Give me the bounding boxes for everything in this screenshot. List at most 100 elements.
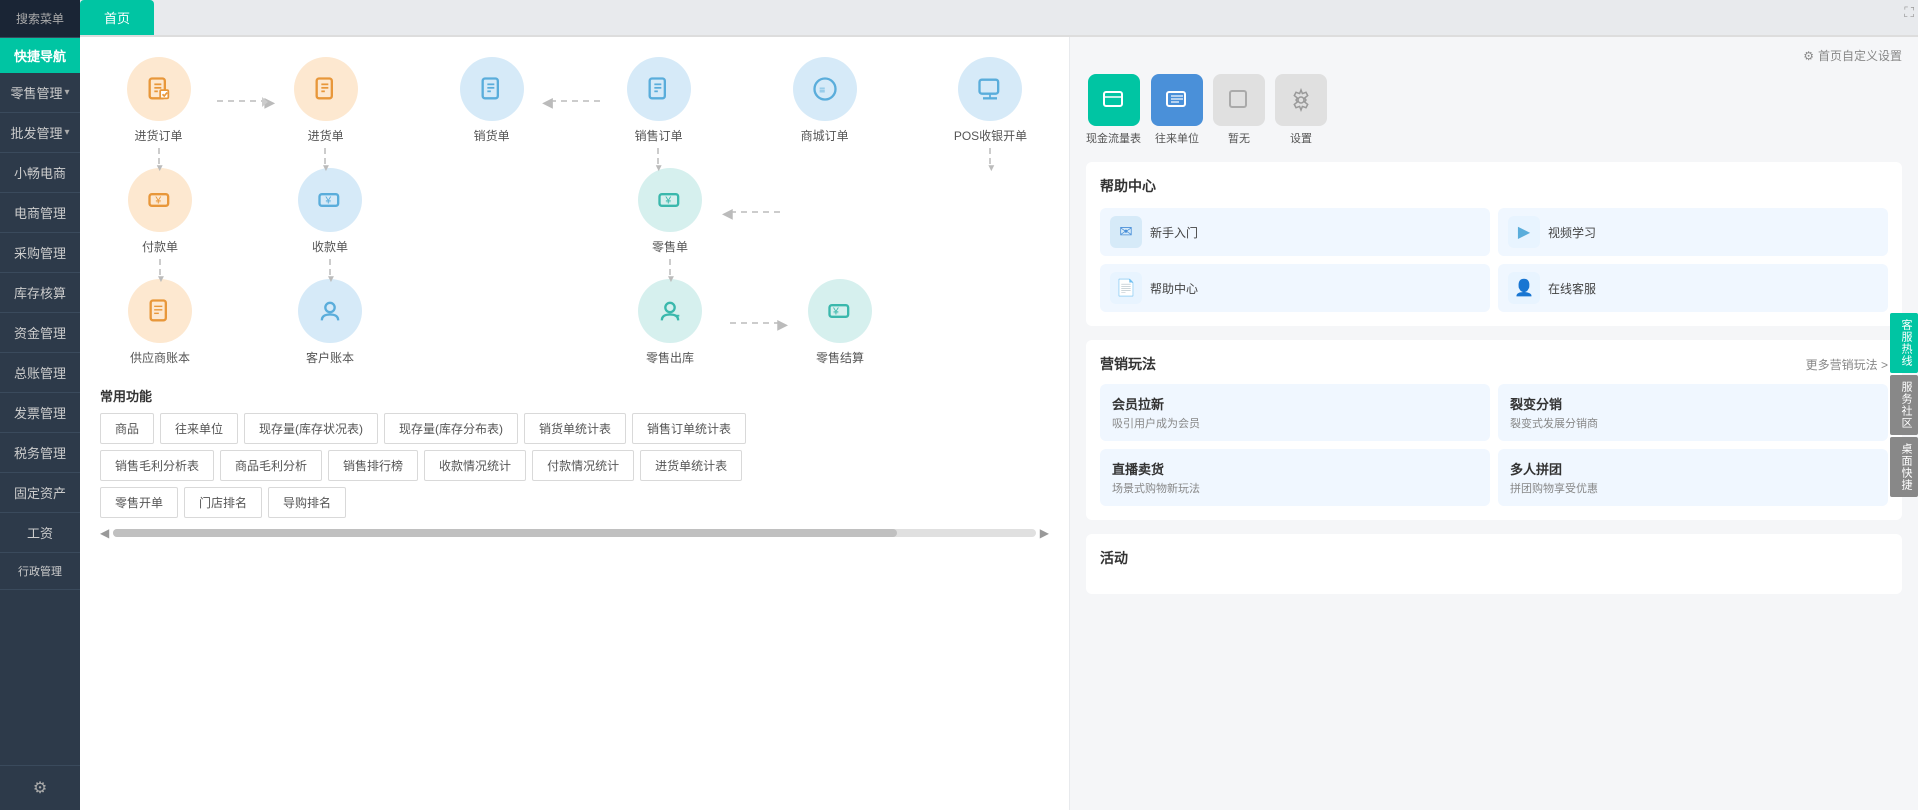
scroll-left-arrow[interactable]: ◀ [100, 526, 109, 540]
func-btn-lingshou-kaidan[interactable]: 零售开单 [100, 487, 178, 518]
func-btn-shangpin[interactable]: 商品 [100, 413, 154, 444]
wf-node-lingshou-chuku[interactable]: 零售出库 [610, 279, 730, 366]
wf-label-lingshou-jiesuan: 零售结算 [816, 349, 864, 366]
help-item-beginner[interactable]: ✉ 新手入门 [1100, 208, 1490, 256]
sidebar-item-caigou[interactable]: 采购管理 [0, 233, 80, 273]
expand-icon[interactable]: ⛶ [1904, 4, 1914, 21]
help-item-onlineservice[interactable]: 👤 在线客服 [1498, 264, 1888, 312]
marketing-item-live[interactable]: 直播卖货 场景式购物新玩法 [1100, 449, 1490, 506]
wf-label-xiaohuo: 销货单 [474, 127, 510, 144]
settings-icon[interactable]: ⚙ [0, 765, 80, 810]
wf-label-lingshou-dan: 零售单 [652, 238, 688, 255]
wf-node-xiaoshou-order[interactable]: 销售订单 [600, 57, 717, 144]
wf-icon-xiaohuo [460, 57, 524, 121]
workflow-panel: 进货订单 ▶ 进货单 [80, 37, 1070, 810]
quick-icon-wanglai-label: 往来单位 [1155, 130, 1199, 146]
func-btn-xiaohuo-tongji[interactable]: 销货单统计表 [524, 413, 626, 444]
func-btn-fukuan-tongji[interactable]: 付款情况统计 [532, 450, 634, 481]
customize-settings[interactable]: ⚙ 首页自定义设置 [1086, 47, 1902, 64]
wf-node-fukuan[interactable]: ¥ 付款单 [100, 168, 220, 255]
func-btn-jinhuo-tongji[interactable]: 进货单统计表 [640, 450, 742, 481]
wf-node-xiaohuo[interactable]: 销货单 [433, 57, 550, 144]
float-btn-community[interactable]: 服务社区 [1890, 375, 1918, 435]
svg-text:¥: ¥ [324, 195, 331, 207]
func-btn-xiaoshou-paihang[interactable]: 销售排行榜 [328, 450, 418, 481]
wf-node-jinhuo-dan[interactable]: 进货单 [267, 57, 384, 144]
func-btn-mendian-paihang[interactable]: 门店排名 [184, 487, 262, 518]
wf-node-shoukuan[interactable]: ¥ 收款单 [270, 168, 390, 255]
quick-icon-settings[interactable]: 设置 [1275, 74, 1327, 146]
wf-node-lingshou-dan[interactable]: ¥ 零售单 [610, 168, 730, 255]
quick-icon-cashflow[interactable]: 现金流量表 [1086, 74, 1141, 146]
sidebar-item-gongzi[interactable]: 工资 [0, 513, 80, 553]
helpcenter-icon: 📄 [1110, 272, 1142, 304]
sidebar-item-lingshou[interactable]: 零售管理 ▾ [0, 73, 80, 113]
func-btn-shoukuan-tongji[interactable]: 收款情况统计 [424, 450, 526, 481]
wf-node-kehu[interactable]: 客户账本 [270, 279, 390, 366]
float-btn-hotline[interactable]: 客服热线 [1890, 313, 1918, 373]
sidebar-item-kucun[interactable]: 库存核算 [0, 273, 80, 313]
quick-icon-cashflow-label: 现金流量表 [1086, 130, 1141, 146]
quick-icon-wanglai[interactable]: 往来单位 [1151, 74, 1203, 146]
wf-node-shangcheng[interactable]: ≡ 商城订单 [766, 57, 883, 144]
help-onlineservice-label: 在线客服 [1548, 280, 1596, 297]
wf-icon-gongyingshang [128, 279, 192, 343]
func-btn-xiancunliang2[interactable]: 现存量(库存分布表) [384, 413, 518, 444]
func-btn-shangpin-maoli[interactable]: 商品毛利分析 [220, 450, 322, 481]
btn-grid-row2: 销售毛利分析表 商品毛利分析 销售排行榜 收款情况统计 付款情况统计 进货单统计… [100, 450, 1049, 481]
sidebar-item-fapiao[interactable]: 发票管理 [0, 393, 80, 433]
func-btn-daogou-paihang[interactable]: 导购排名 [268, 487, 346, 518]
sidebar-search[interactable]: 搜索菜单 [0, 0, 80, 38]
v-arrow-fukuan: ▼ [100, 259, 220, 275]
video-icon: ▶ [1508, 216, 1540, 248]
float-btn-desktop[interactable]: 桌面快捷 [1890, 437, 1918, 497]
wf-icon-kehu [298, 279, 362, 343]
wf-label-gongyingshang: 供应商账本 [130, 349, 190, 366]
wf-icon-pos [958, 57, 1022, 121]
sidebar-item-xingzheng[interactable]: 行政管理 [0, 553, 80, 590]
help-item-helpcenter[interactable]: 📄 帮助中心 [1100, 264, 1490, 312]
sidebar-item-shuiwu[interactable]: 税务管理 [0, 433, 80, 473]
wf-icon-jinhuo-dan [294, 57, 358, 121]
sidebar-item-zijin[interactable]: 资金管理 [0, 313, 80, 353]
tab-bar: 首页 [80, 0, 1918, 37]
func-btn-xiancunliang1[interactable]: 现存量(库存状况表) [244, 413, 378, 444]
help-item-video[interactable]: ▶ 视频学习 [1498, 208, 1888, 256]
help-helpcenter-label: 帮助中心 [1150, 280, 1198, 297]
marketing-header: 营销玩法 更多营销玩法 > [1100, 354, 1888, 374]
marketing-more[interactable]: 更多营销玩法 > [1806, 356, 1888, 373]
quick-icon-zanwu[interactable]: 暂无 [1213, 74, 1265, 146]
wf-icon-xiaoshou-order [627, 57, 691, 121]
arrow-1: ▶ [217, 100, 267, 102]
marketing-item-member[interactable]: 会员拉新 吸引用户成为会员 [1100, 384, 1490, 441]
sidebar-item-pifa[interactable]: 批发管理 ▾ [0, 113, 80, 153]
sidebar-item-dianshang[interactable]: 电商管理 [0, 193, 80, 233]
wf-icon-jinhuo-order [127, 57, 191, 121]
marketing-item-group[interactable]: 多人拼团 拼团购物享受优惠 [1498, 449, 1888, 506]
sidebar-item-guding[interactable]: 固定资产 [0, 473, 80, 513]
wf-icon-shoukuan: ¥ [298, 168, 362, 232]
wf-node-lingshou-jiesuan[interactable]: ¥ 零售结算 [780, 279, 900, 366]
wf-label-pos: POS收银开单 [954, 127, 1027, 144]
wf-node-gongyingshang[interactable]: 供应商账本 [100, 279, 220, 366]
btn-grid-row3: 零售开单 门店排名 导购排名 [100, 487, 1049, 518]
scroll-right-arrow[interactable]: ▶ [1040, 526, 1049, 540]
func-btn-wanglaidanwei[interactable]: 往来单位 [160, 413, 238, 444]
arrow-2: ◀ [550, 100, 600, 102]
scrollbar-track[interactable] [113, 529, 1036, 537]
sidebar-item-zhangzhang[interactable]: 总账管理 [0, 353, 80, 393]
onlineservice-icon: 👤 [1508, 272, 1540, 304]
wf-node-jinhuo-order[interactable]: 进货订单 [100, 57, 217, 144]
wf-node-pos[interactable]: POS收银开单 [932, 57, 1049, 144]
sidebar-item-xiaochang[interactable]: 小畅电商 [0, 153, 80, 193]
scrollbar: ◀ ▶ [100, 526, 1049, 540]
tab-home[interactable]: 首页 [80, 0, 154, 35]
func-btn-maoli-fenxi[interactable]: 销售毛利分析表 [100, 450, 214, 481]
content-area: 进货订单 ▶ 进货单 [80, 37, 1918, 810]
wf-label-lingshou-chuku: 零售出库 [646, 349, 694, 366]
wf-label-shangcheng: 商城订单 [801, 127, 849, 144]
marketing-item-fission[interactable]: 裂变分销 裂变式发展分销商 [1498, 384, 1888, 441]
func-btn-xiaoshou-tongji[interactable]: 销售订单统计表 [632, 413, 746, 444]
wf-label-jinhuo-dan: 进货单 [308, 127, 344, 144]
wf-icon-lingshou-jiesuan: ¥ [808, 279, 872, 343]
